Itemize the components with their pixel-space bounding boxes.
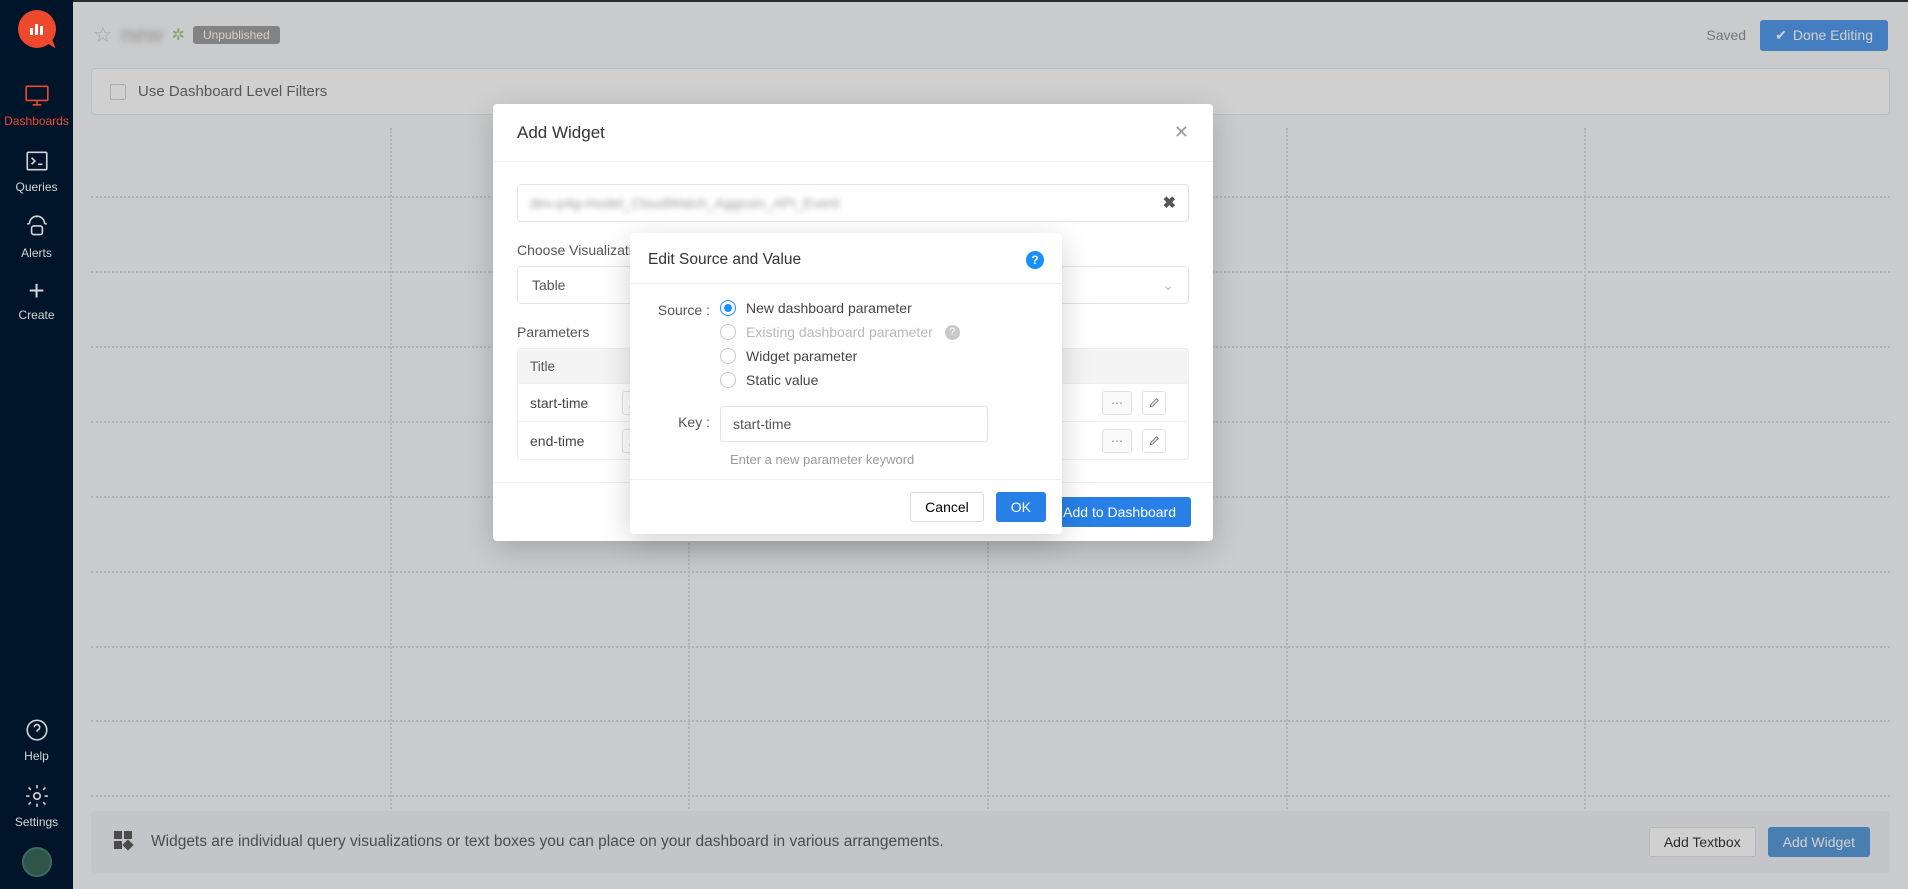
query-search-input[interactable]: dev-p4g-model_CloudWatch_Aggcoin_API_Eve… [517,184,1189,222]
source-label: Source : [648,300,720,396]
nav-label: Help [0,749,73,763]
nav-settings[interactable]: Settings [0,771,73,837]
nav-dashboards[interactable]: Dashboards [0,70,73,136]
parameter-value-pill: ⋯ [1102,429,1132,453]
query-search-value: dev-p4g-model_CloudWatch_Aggcoin_API_Eve… [530,195,1163,211]
app-logo [18,10,56,48]
radio-dot-icon [720,300,736,316]
nav-help[interactable]: Help [0,705,73,771]
parameter-name: end-time [530,433,612,449]
visualization-value: Table [532,277,565,293]
radio-widget-parameter[interactable]: Widget parameter [720,348,1044,364]
help-icon [0,717,73,743]
radio-dot-icon [720,348,736,364]
radio-dot-icon [720,372,736,388]
nav-label: Dashboards [0,114,73,128]
chevron-down-icon: ⌄ [1162,277,1174,294]
edit-value-button[interactable] [1142,429,1166,453]
radio-existing-dashboard-parameter: Existing dashboard parameter ? [720,324,1044,340]
nav-label: Queries [0,180,73,194]
terminal-icon [0,148,73,174]
radio-dot-icon [720,324,736,340]
cancel-button[interactable]: Cancel [910,492,984,522]
monitor-icon [0,82,73,108]
alert-icon [0,214,73,240]
avatar[interactable] [22,847,52,877]
key-hint: Enter a new parameter keyword [730,452,1044,467]
parameter-name: start-time [530,395,612,411]
key-input[interactable] [720,406,988,442]
clear-icon[interactable]: ✖ [1163,193,1176,213]
edit-value-button[interactable] [1142,391,1166,415]
app-sidebar: Dashboards Queries Alerts + Create Help … [0,0,73,889]
radio-new-dashboard-parameter[interactable]: New dashboard parameter [720,300,1044,316]
edit-source-popover: Edit Source and Value ? Source : New das… [630,233,1062,534]
help-icon[interactable]: ? [1026,251,1044,269]
nav-label: Alerts [0,246,73,260]
radio-label: Existing dashboard parameter [746,324,933,340]
parameter-value-pill: ⋯ [1102,391,1132,415]
gear-icon [0,783,73,809]
radio-label: Static value [746,372,818,388]
plus-icon: + [0,280,73,302]
key-label: Key : [648,406,720,442]
popover-title: Edit Source and Value [648,251,801,269]
nav-queries[interactable]: Queries [0,136,73,202]
nav-label: Create [0,308,73,322]
add-to-dashboard-button[interactable]: Add to Dashboard [1048,497,1191,527]
main-area: ☆ new ✲ Unpublished Saved ✔Done Editing … [73,0,1908,889]
radio-label: Widget parameter [746,348,857,364]
radio-label: New dashboard parameter [746,300,912,316]
nav-label: Settings [0,815,73,829]
ok-button[interactable]: OK [996,492,1046,522]
nav-create[interactable]: + Create [0,268,73,330]
modal-title: Add Widget [517,123,605,143]
radio-static-value[interactable]: Static value [720,372,1044,388]
close-icon[interactable]: ✕ [1174,122,1189,143]
nav-alerts[interactable]: Alerts [0,202,73,268]
info-icon[interactable]: ? [945,325,960,340]
